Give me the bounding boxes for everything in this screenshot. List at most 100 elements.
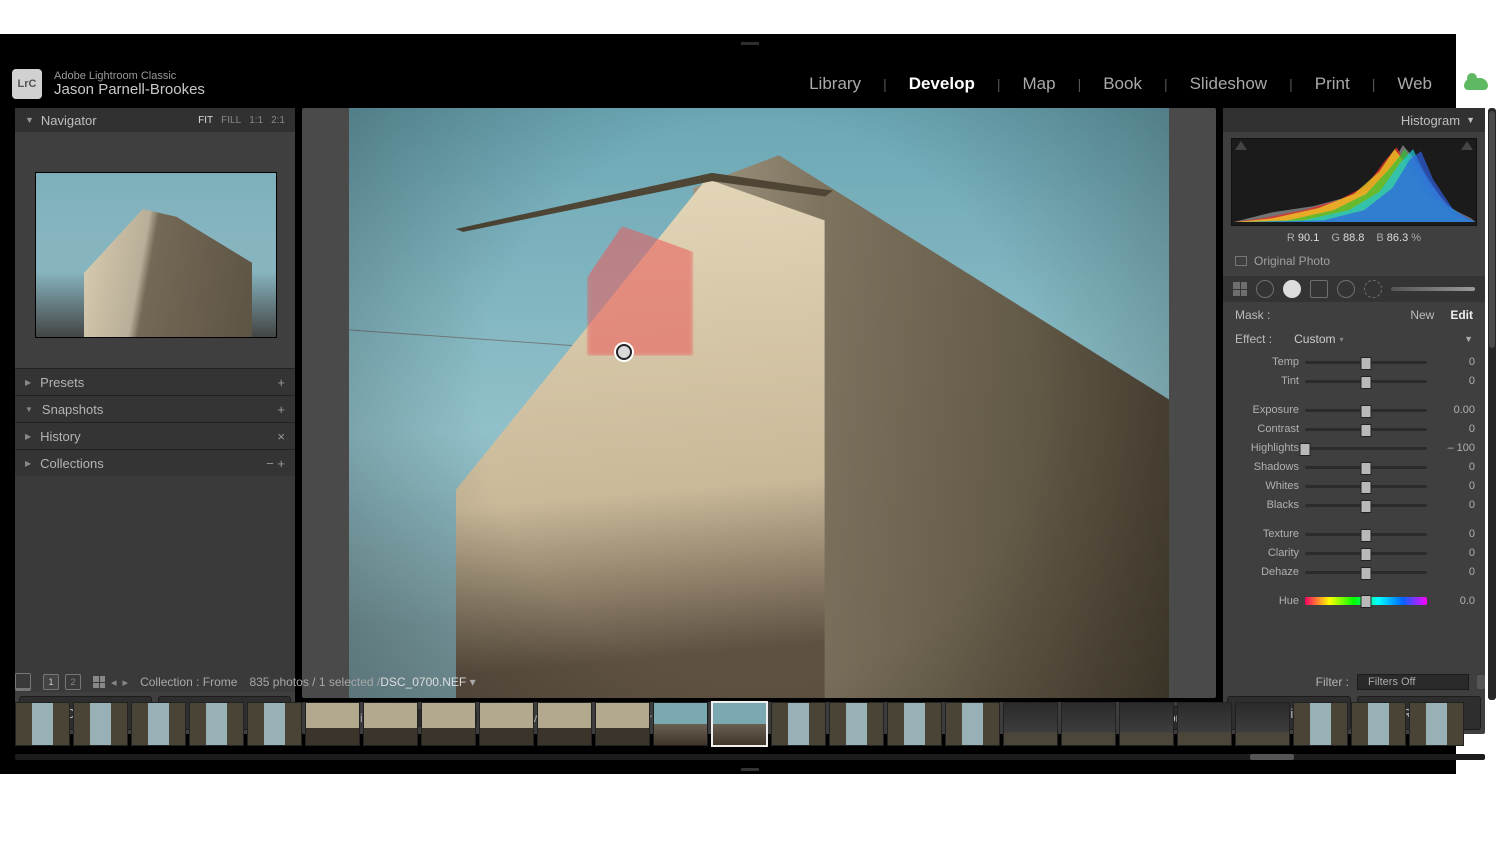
slider-value[interactable]: 0 — [1427, 480, 1475, 492]
filmstrip-thumb[interactable] — [1351, 702, 1406, 746]
filmstrip-thumb[interactable] — [537, 702, 592, 746]
filmstrip-thumb[interactable] — [1119, 702, 1174, 746]
filmstrip-thumb[interactable] — [945, 702, 1000, 746]
slider-track[interactable] — [1305, 380, 1427, 383]
slider-thumb[interactable] — [1300, 443, 1311, 456]
image-canvas[interactable] — [302, 108, 1216, 698]
module-slideshow[interactable]: Slideshow — [1187, 74, 1271, 94]
hand-tool-icon[interactable] — [15, 673, 31, 691]
collection-path[interactable]: Collection : Frome — [140, 675, 237, 689]
slider-dehaze[interactable]: Dehaze0 — [1233, 564, 1475, 580]
adjustment-pin[interactable] — [616, 344, 632, 360]
slider-value[interactable]: 0 — [1427, 356, 1475, 368]
slider-hue[interactable]: Hue0.0 — [1233, 593, 1475, 609]
slider-exposure[interactable]: Exposure0.00 — [1233, 402, 1475, 418]
filmstrip-thumb[interactable] — [479, 702, 534, 746]
slider-value[interactable]: 0.00 — [1427, 404, 1475, 416]
panel-section-action[interactable]: − + — [266, 456, 285, 471]
filmstrip-thumb[interactable] — [1235, 702, 1290, 746]
filmstrip-thumb[interactable] — [247, 702, 302, 746]
filmstrip[interactable] — [15, 696, 1485, 752]
panel-section-collections[interactable]: ▶Collections− + — [15, 449, 295, 476]
module-book[interactable]: Book — [1100, 74, 1145, 94]
panel-section-snapshots[interactable]: ▼Snapshots+ — [15, 395, 295, 422]
panel-grip-bottom[interactable] — [741, 768, 759, 771]
slider-track[interactable] — [1305, 361, 1427, 364]
panel-section-action[interactable]: + — [277, 402, 285, 417]
filmstrip-thumb[interactable] — [653, 702, 708, 746]
slider-value[interactable]: 0 — [1427, 528, 1475, 540]
filter-dropdown[interactable]: Filters Off — [1357, 674, 1469, 690]
slider-thumb[interactable] — [1361, 567, 1372, 580]
filter-lock-icon[interactable] — [1477, 675, 1485, 689]
nav-fwd-icon[interactable]: ▸ — [123, 676, 129, 689]
slider-track[interactable] — [1305, 504, 1427, 507]
slider-thumb[interactable] — [1361, 357, 1372, 370]
module-library[interactable]: Library — [806, 74, 864, 94]
slider-track[interactable] — [1305, 552, 1427, 555]
slider-track[interactable] — [1305, 409, 1427, 412]
original-photo-toggle[interactable]: Original Photo — [1223, 250, 1485, 276]
zoom-2to1[interactable]: 2:1 — [271, 115, 285, 126]
panel-section-presets[interactable]: ▶Presets+ — [15, 368, 295, 395]
filmstrip-thumb[interactable] — [771, 702, 826, 746]
spot-tool-icon[interactable] — [1256, 280, 1274, 298]
grid-view-icon[interactable] — [93, 676, 105, 688]
slider-value[interactable]: 0 — [1427, 423, 1475, 435]
mask-new[interactable]: New — [1410, 308, 1434, 322]
zoom-fill[interactable]: FILL — [221, 115, 241, 126]
slider-value[interactable]: 0 — [1427, 547, 1475, 559]
panel-section-history[interactable]: ▶History× — [15, 422, 295, 449]
slider-track[interactable] — [1305, 466, 1427, 469]
slider-value[interactable]: 0 — [1427, 566, 1475, 578]
filmstrip-thumb[interactable] — [15, 702, 70, 746]
filmstrip-thumb[interactable] — [1061, 702, 1116, 746]
slider-thumb[interactable] — [1361, 500, 1372, 513]
slider-shadows[interactable]: Shadows0 — [1233, 459, 1475, 475]
filmstrip-thumb[interactable] — [1409, 702, 1464, 746]
slider-thumb[interactable] — [1361, 405, 1372, 418]
slider-temp[interactable]: Temp0 — [1233, 354, 1475, 370]
slider-thumb[interactable] — [1361, 548, 1372, 561]
main-window-icon[interactable]: 1 — [43, 674, 59, 690]
filmstrip-thumb[interactable] — [73, 702, 128, 746]
slider-value[interactable]: 0.0 — [1427, 595, 1475, 607]
slider-track[interactable] — [1305, 428, 1427, 431]
module-map[interactable]: Map — [1019, 74, 1058, 94]
right-panel-scrollbar[interactable] — [1488, 108, 1496, 700]
histogram[interactable] — [1231, 138, 1477, 226]
histogram-header[interactable]: Histogram ▼ — [1223, 108, 1485, 132]
filmstrip-thumb[interactable] — [829, 702, 884, 746]
crop-tool-icon[interactable] — [1233, 282, 1247, 296]
effect-row[interactable]: Effect : Custom ▾ ▼ — [1223, 328, 1485, 354]
panel-grip-top[interactable] — [741, 42, 759, 45]
redeye-tool-icon[interactable] — [1283, 280, 1301, 298]
zoom-1to1[interactable]: 1:1 — [249, 115, 263, 126]
slider-track[interactable] — [1305, 533, 1427, 536]
slider-track[interactable] — [1305, 447, 1427, 450]
slider-whites[interactable]: Whites0 — [1233, 478, 1475, 494]
filmstrip-thumb[interactable] — [1293, 702, 1348, 746]
navigator-header[interactable]: ▼ Navigator FIT FILL 1:1 2:1 — [15, 108, 295, 132]
second-window-icon[interactable]: 2 — [65, 674, 81, 690]
filmstrip-thumb[interactable] — [1003, 702, 1058, 746]
panel-section-action[interactable]: × — [277, 429, 285, 444]
slider-tint[interactable]: Tint0 — [1233, 373, 1475, 389]
cloud-sync-icon[interactable] — [1464, 78, 1488, 90]
slider-value[interactable]: – 100 — [1427, 442, 1475, 454]
module-develop[interactable]: Develop — [906, 74, 978, 94]
graduated-tool-icon[interactable] — [1310, 280, 1328, 298]
identity-plate[interactable]: Jason Parnell-Brookes — [54, 82, 205, 99]
filmstrip-thumb[interactable] — [711, 701, 768, 747]
slider-contrast[interactable]: Contrast0 — [1233, 421, 1475, 437]
mask-edit[interactable]: Edit — [1450, 308, 1473, 322]
slider-thumb[interactable] — [1361, 376, 1372, 389]
slider-clarity[interactable]: Clarity0 — [1233, 545, 1475, 561]
panel-section-action[interactable]: + — [277, 375, 285, 390]
brush-tool-icon[interactable] — [1364, 280, 1382, 298]
slider-thumb[interactable] — [1361, 529, 1372, 542]
zoom-fit[interactable]: FIT — [198, 115, 213, 126]
filmstrip-thumb[interactable] — [189, 702, 244, 746]
slider-thumb[interactable] — [1361, 424, 1372, 437]
module-print[interactable]: Print — [1312, 74, 1353, 94]
